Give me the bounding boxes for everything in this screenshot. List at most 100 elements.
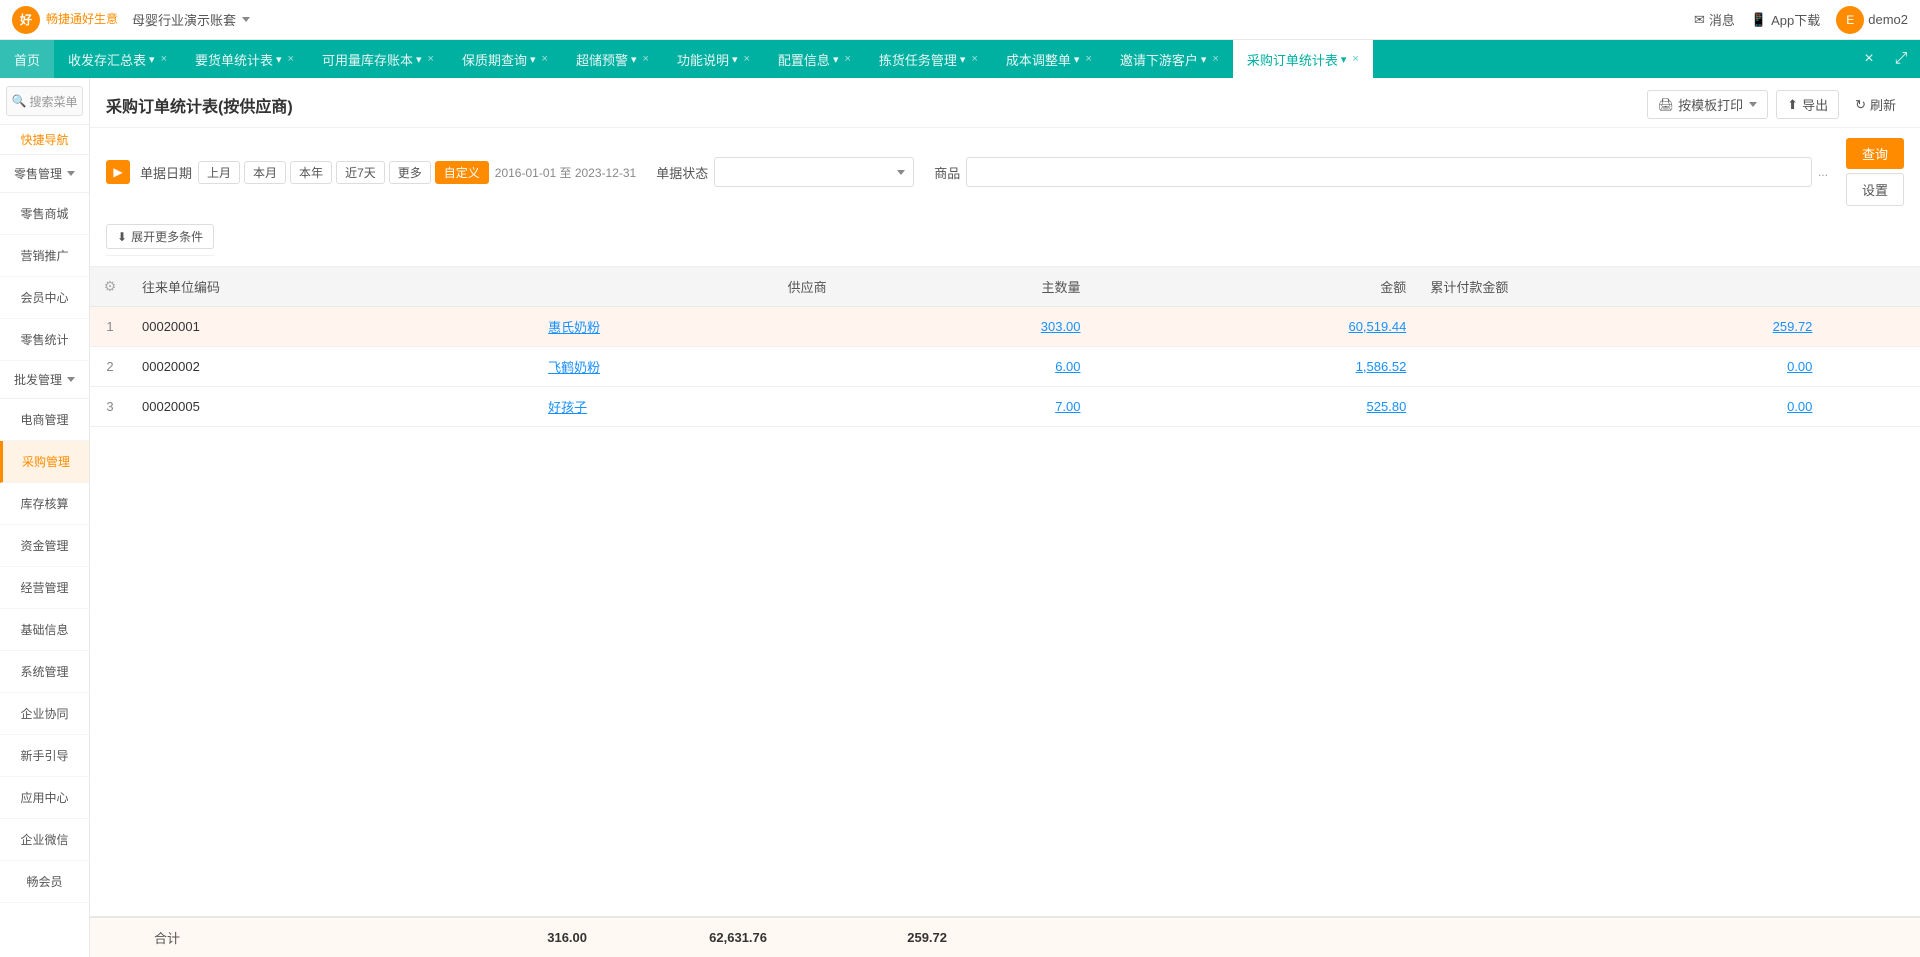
tab-close-icon[interactable]: × — [288, 53, 294, 65]
search-menu-btn[interactable]: 🔍 搜索菜单 — [6, 86, 83, 116]
amount-link[interactable]: 60,519.44 — [1348, 319, 1406, 334]
table-header-row: ⚙ 往来单位编码 供应商 主数量 金额 累计付款金额 — [90, 267, 1920, 307]
qty-link[interactable]: 7.00 — [1055, 399, 1080, 414]
cell-amount: 1,586.52 — [1093, 347, 1419, 387]
qty-link[interactable]: 6.00 — [1055, 359, 1080, 374]
cell-supplier[interactable]: 飞鹤奶粉 — [536, 347, 839, 387]
table-container: ⚙ 往来单位编码 供应商 主数量 金额 累计付款金额 1 00020001 惠氏… — [90, 267, 1920, 916]
tab-baozhi[interactable]: 保质期查询 ▾ × — [448, 40, 562, 78]
tab-close-icon[interactable]: × — [971, 53, 977, 65]
tab-yaohuo[interactable]: 要货单统计表 ▾ × — [181, 40, 308, 78]
date-btn-custom[interactable]: 自定义 — [435, 161, 489, 184]
col-header-amount: 金额 — [1093, 267, 1419, 307]
quick-nav-btn[interactable]: 快捷导航 — [0, 125, 89, 155]
supplier-link[interactable]: 飞鹤奶粉 — [548, 360, 600, 375]
tab-close-icon[interactable]: × — [1212, 53, 1218, 65]
tab-close-icon[interactable]: × — [542, 53, 548, 65]
tab-chaochu[interactable]: 超储预警 ▾ × — [562, 40, 663, 78]
page-header: 采购订单统计表(按供应商) 🖨 按模板打印 ⬆ 导出 ↻ 刷新 — [90, 78, 1920, 128]
tab-close-icon[interactable]: × — [428, 53, 434, 65]
sidebar-item-member-center[interactable]: 会员中心 — [0, 277, 89, 319]
sidebar-item-app-center[interactable]: 应用中心 — [0, 777, 89, 819]
paid-link[interactable]: 0.00 — [1787, 399, 1812, 414]
nav-close-btn[interactable]: × — [1854, 44, 1884, 74]
expand-conditions-btn[interactable]: ⬇ 展开更多条件 — [106, 224, 214, 249]
tab-peizhi[interactable]: 配置信息 ▾ × — [764, 40, 865, 78]
sidebar-item-operations[interactable]: 经营管理 — [0, 567, 89, 609]
sidebar-item-newbie-guide[interactable]: 新手引导 — [0, 735, 89, 777]
date-btn-this-year[interactable]: 本年 — [290, 161, 332, 184]
tab-close-icon[interactable]: × — [643, 53, 649, 65]
paid-link[interactable]: 0.00 — [1787, 359, 1812, 374]
tab-close-icon[interactable]: × — [1085, 53, 1091, 65]
tab-close-icon[interactable]: × — [1352, 53, 1358, 65]
date-btn-last-month[interactable]: 上月 — [198, 161, 240, 184]
page-container: 采购订单统计表(按供应商) 🖨 按模板打印 ⬆ 导出 ↻ 刷新 — [90, 78, 1920, 957]
tab-shoufacun[interactable]: 收发存汇总表 ▾ × — [54, 40, 181, 78]
message-icon: ✉ — [1694, 12, 1705, 28]
tab-kuyongliang[interactable]: 可用量库存账本 ▾ × — [308, 40, 448, 78]
sidebar-item-basic-info[interactable]: 基础信息 — [0, 609, 89, 651]
sidebar-item-retail-stats[interactable]: 零售统计 — [0, 319, 89, 361]
search-icon: 🔍 — [12, 94, 27, 108]
amount-link[interactable]: 1,586.52 — [1356, 359, 1407, 374]
sidebar-item-enterprise-wechat[interactable]: 企业微信 — [0, 819, 89, 861]
date-btn-7days[interactable]: 近7天 — [336, 161, 385, 184]
tab-dropdown-icon: ▾ — [149, 53, 155, 66]
footer-label: 合计 — [102, 928, 387, 947]
cell-paid: 0.00 — [1418, 347, 1824, 387]
more-fields-btn[interactable]: ... — [1818, 165, 1828, 179]
sidebar-item-enterprise-collab[interactable]: 企业协同 — [0, 693, 89, 735]
nav-expand-btn[interactable]: ⤢ — [1886, 44, 1916, 74]
tab-chengben[interactable]: 成本调整单 ▾ × — [992, 40, 1106, 78]
search-btn[interactable]: 查询 — [1846, 138, 1904, 169]
tab-yaoqing[interactable]: 邀请下游客户 ▾ × — [1106, 40, 1233, 78]
print-btn[interactable]: 🖨 按模板打印 — [1647, 90, 1769, 119]
app-download-btn[interactable]: 📱 App下载 — [1751, 10, 1820, 29]
export-btn[interactable]: ⬆ 导出 — [1776, 90, 1839, 119]
data-table: ⚙ 往来单位编码 供应商 主数量 金额 累计付款金额 1 00020001 惠氏… — [90, 267, 1920, 427]
sidebar-item-inventory[interactable]: 库存核算 — [0, 483, 89, 525]
tab-close-icon[interactable]: × — [161, 53, 167, 65]
tab-gongneng[interactable]: 功能说明 ▾ × — [663, 40, 764, 78]
settings-icon[interactable]: ⚙ — [104, 278, 117, 294]
sidebar-item-retail-mgmt[interactable]: 零售管理 — [0, 155, 89, 193]
sidebar-item-purchase-mgmt[interactable]: 采购管理 — [0, 441, 89, 483]
tab-close-icon[interactable]: × — [844, 53, 850, 65]
sidebar-item-retail-mall[interactable]: 零售商城 — [0, 193, 89, 235]
refresh-btn[interactable]: ↻ 刷新 — [1847, 91, 1904, 118]
workspace-selector[interactable]: 母婴行业演示账套 — [126, 8, 256, 31]
date-btn-more[interactable]: 更多 — [389, 161, 431, 184]
qty-link[interactable]: 303.00 — [1041, 319, 1081, 334]
user-btn[interactable]: E demo2 — [1836, 6, 1908, 34]
sidebar-item-wholesale-mgmt[interactable]: 批发管理 — [0, 361, 89, 399]
sidebar-item-system-mgmt[interactable]: 系统管理 — [0, 651, 89, 693]
col-settings[interactable]: ⚙ — [90, 267, 130, 307]
status-select[interactable] — [714, 157, 914, 187]
sidebar-expand-icon — [67, 171, 75, 176]
top-bar: 好 畅捷通好生意 母婴行业演示账套 ✉ 消息 📱 App下载 E demo2 — [0, 0, 1920, 40]
supplier-link[interactable]: 惠氏奶粉 — [548, 320, 600, 335]
supplier-link[interactable]: 好孩子 — [548, 400, 587, 415]
tab-home[interactable]: 首页 — [0, 40, 54, 78]
tab-caigou-active[interactable]: 采购订单统计表 ▾ × — [1233, 40, 1373, 78]
goods-input[interactable] — [966, 157, 1812, 187]
tab-close-icon[interactable]: × — [743, 53, 749, 65]
date-btn-this-month[interactable]: 本月 — [244, 161, 286, 184]
amount-link[interactable]: 525.80 — [1367, 399, 1407, 414]
tab-dropdown-icon: ▾ — [416, 53, 422, 66]
message-btn[interactable]: ✉ 消息 — [1694, 10, 1735, 29]
sidebar-item-finance[interactable]: 资金管理 — [0, 525, 89, 567]
sidebar-item-ecommerce[interactable]: 电商管理 — [0, 399, 89, 441]
paid-link[interactable]: 259.72 — [1773, 319, 1813, 334]
cell-supplier[interactable]: 好孩子 — [536, 387, 839, 427]
sidebar-item-chang-member[interactable]: 畅会员 — [0, 861, 89, 903]
filter-toggle-btn[interactable]: ▶ — [106, 160, 130, 184]
sidebar-item-marketing[interactable]: 营销推广 — [0, 235, 89, 277]
cell-qty: 7.00 — [839, 387, 1093, 427]
cell-supplier[interactable]: 惠氏奶粉 — [536, 307, 839, 347]
filter-settings-btn[interactable]: 设置 — [1846, 173, 1904, 206]
cell-extra — [1824, 307, 1920, 347]
cell-index: 2 — [90, 347, 130, 387]
tab-jianhuo[interactable]: 拣货任务管理 ▾ × — [865, 40, 992, 78]
